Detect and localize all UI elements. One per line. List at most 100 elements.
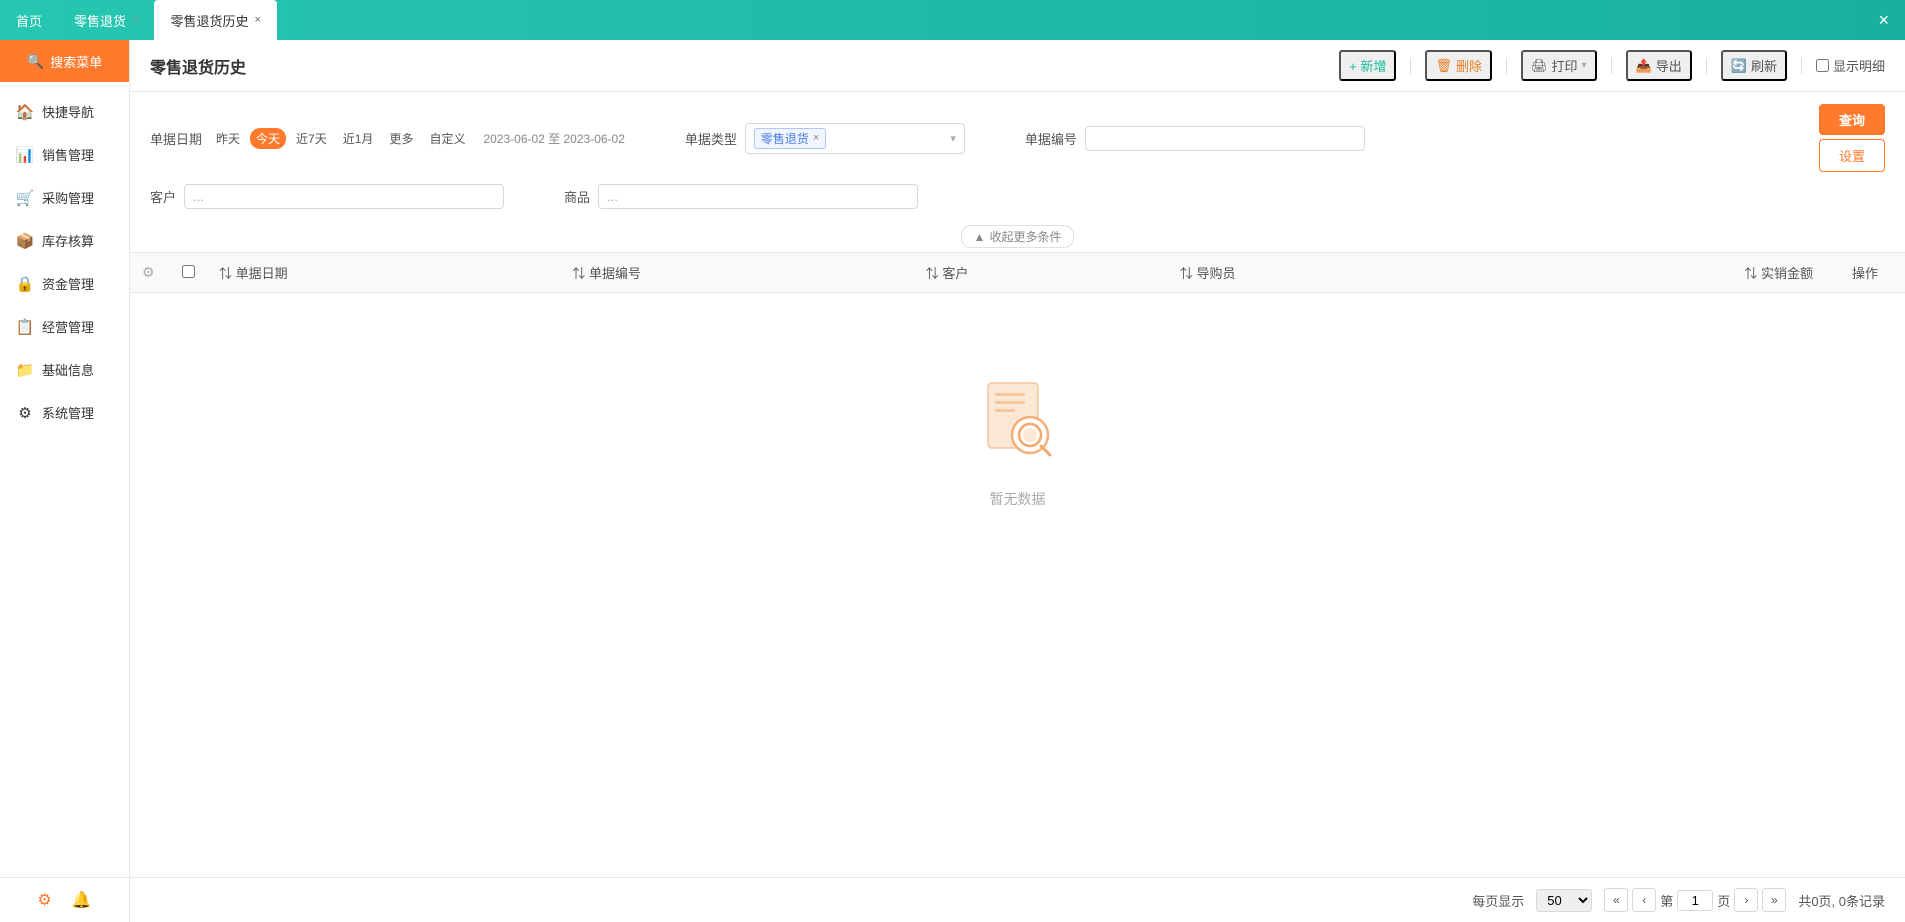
notification-icon[interactable]: 🔔 — [72, 890, 92, 910]
delete-icon: 🗑 — [1435, 58, 1452, 74]
query-button[interactable]: 查询 — [1819, 104, 1885, 135]
sidebar-item-系统管理[interactable]: ⚙ 系统管理 — [0, 391, 129, 434]
date-shortcut-近1月[interactable]: 近1月 — [337, 128, 380, 149]
sidebar-label: 快捷导航 — [42, 102, 94, 121]
collapse-row: ▲ 收起更多条件 — [150, 221, 1885, 252]
sidebar-label: 系统管理 — [42, 403, 94, 422]
show-detail-checkbox-label[interactable]: 显示明细 — [1816, 56, 1885, 75]
date-shortcut-自定义[interactable]: 自定义 — [423, 128, 471, 149]
sidebar-icon: 🔒 — [16, 275, 34, 293]
tab-list: 首页零售退货×零售退货历史× — [0, 0, 1862, 40]
per-page-label: 每页显示 — [1472, 891, 1524, 910]
tab-close[interactable]: × — [132, 14, 138, 26]
refresh-button[interactable]: 🔄 刷新 — [1721, 50, 1787, 81]
sidebar-item-基础信息[interactable]: 📁 基础信息 — [0, 348, 129, 391]
tab-零售退货[interactable]: 零售退货 × — [58, 0, 154, 40]
sidebar-label: 资金管理 — [42, 274, 94, 293]
type-tag-close[interactable]: × — [813, 132, 819, 144]
type-select[interactable]: 零售退货 × ▾ — [745, 123, 965, 154]
tab-零售退货历史[interactable]: 零售退货历史× — [154, 0, 276, 40]
sidebar-icon: 📦 — [16, 232, 34, 250]
query-settings-buttons: 查询 设置 — [1819, 104, 1885, 172]
th-amount: ⇅ 实销金额 — [1472, 253, 1825, 293]
type-select-arrow: ▾ — [950, 132, 956, 145]
empty-illustration — [968, 373, 1068, 473]
date-shortcut-今天[interactable]: 今天 — [250, 128, 286, 149]
collapse-icon: ▲ — [974, 230, 986, 244]
goods-filter: 商品 ... — [564, 184, 918, 209]
th-check — [170, 253, 207, 293]
sidebar-label: 基础信息 — [42, 360, 94, 379]
date-shortcut-昨天[interactable]: 昨天 — [210, 128, 246, 149]
sidebar-search-label: 搜索菜单 — [50, 52, 102, 71]
sidebar-label: 经营管理 — [42, 317, 94, 336]
type-filter: 单据类型 零售退货 × ▾ — [685, 123, 965, 154]
page-input[interactable] — [1677, 890, 1713, 911]
export-button[interactable]: 📤 导出 — [1626, 50, 1692, 81]
goods-select[interactable]: ... — [598, 184, 918, 209]
page-suffix: 页 — [1717, 891, 1730, 910]
type-label: 单据类型 — [685, 129, 737, 148]
date-shortcut-更多[interactable]: 更多 — [383, 128, 419, 149]
type-tag: 零售退货 × — [754, 128, 826, 149]
date-shortcut-近7天[interactable]: 近7天 — [290, 128, 333, 149]
page-header: 零售退货历史 + 新增 🗑 删除 🖨 打印 ▾ 📤 导出 — [130, 40, 1905, 92]
number-filter: 单据编号 — [1025, 126, 1365, 151]
sidebar-icon: 📊 — [16, 146, 34, 164]
export-icon: 📤 — [1636, 58, 1652, 74]
per-page-select[interactable]: 102050100 — [1536, 889, 1592, 912]
show-detail-checkbox[interactable] — [1816, 59, 1829, 72]
tab-首页[interactable]: 首页 — [0, 0, 58, 40]
divider — [1410, 58, 1411, 74]
date-label: 单据日期 — [150, 129, 202, 148]
next-page-button[interactable]: › — [1734, 888, 1758, 912]
table-area: ⚙ ⇅ 单据日期 ⇅ 单据编号 — [130, 253, 1905, 877]
pagination-bar: 每页显示 102050100 « ‹ 第 页 › » 共0页, 0条记录 — [130, 877, 1905, 922]
last-page-button[interactable]: » — [1762, 888, 1786, 912]
date-shortcuts: 昨天今天近7天近1月更多自定义 — [210, 128, 471, 149]
divider2 — [1506, 58, 1507, 74]
window-close-button[interactable]: × — [1862, 0, 1905, 40]
settings-button[interactable]: 设置 — [1819, 139, 1885, 172]
sidebar-label: 库存核算 — [42, 231, 94, 250]
data-table: ⚙ ⇅ 单据日期 ⇅ 单据编号 — [130, 253, 1905, 293]
prev-page-button[interactable]: ‹ — [1632, 888, 1656, 912]
delete-button[interactable]: 🗑 删除 — [1425, 50, 1492, 81]
header-actions: + 新增 🗑 删除 🖨 打印 ▾ 📤 导出 — [1339, 50, 1885, 81]
sidebar-item-资金管理[interactable]: 🔒 资金管理 — [0, 262, 129, 305]
number-input[interactable] — [1085, 126, 1365, 151]
sidebar-icon: 📁 — [16, 361, 34, 379]
select-all-checkbox[interactable] — [182, 265, 195, 278]
sidebar-icon: 🛒 — [16, 189, 34, 207]
sidebar-bottom: ⚙ 🔔 — [0, 877, 129, 922]
customer-label: 客户 — [150, 187, 176, 206]
number-label: 单据编号 — [1025, 129, 1077, 148]
refresh-icon: 🔄 — [1731, 58, 1747, 74]
first-page-button[interactable]: « — [1604, 888, 1628, 912]
sidebar-item-库存核算[interactable]: 📦 库存核算 — [0, 219, 129, 262]
tab-label: 零售退货 — [74, 11, 126, 30]
column-settings-icon[interactable]: ⚙ — [142, 264, 155, 280]
tab-close[interactable]: × — [254, 14, 260, 26]
sidebar-search-button[interactable]: 🔍 搜索菜单 — [0, 40, 129, 82]
sidebar-icon: ⚙ — [16, 404, 34, 422]
sidebar-label: 销售管理 — [42, 145, 94, 164]
page-title: 零售退货历史 — [150, 54, 246, 78]
empty-text: 暂无数据 — [990, 489, 1046, 509]
sidebar-item-销售管理[interactable]: 📊 销售管理 — [0, 133, 129, 176]
sidebar-item-快捷导航[interactable]: 🏠 快捷导航 — [0, 90, 129, 133]
content-area: 零售退货历史 + 新增 🗑 删除 🖨 打印 ▾ 📤 导出 — [130, 40, 1905, 922]
settings-icon[interactable]: ⚙ — [37, 890, 51, 910]
collapse-button[interactable]: ▲ 收起更多条件 — [961, 225, 1075, 248]
customer-filter: 客户 ... — [150, 184, 504, 209]
date-range: 2023-06-02 至 2023-06-02 — [483, 130, 624, 147]
new-button[interactable]: + 新增 — [1339, 50, 1396, 81]
total-text: 共0页, 0条记录 — [1798, 891, 1885, 910]
th-guide: ⇅ 导购员 — [1168, 253, 1472, 293]
print-button[interactable]: 🖨 打印 ▾ — [1521, 50, 1597, 81]
empty-state: 暂无数据 — [130, 293, 1905, 589]
sidebar-item-经营管理[interactable]: 📋经营管理 — [0, 305, 129, 348]
sidebar-item-采购管理[interactable]: 🛒采购管理 — [0, 176, 129, 219]
sidebar-icon: 🏠 — [16, 103, 34, 121]
customer-select[interactable]: ... — [184, 184, 504, 209]
